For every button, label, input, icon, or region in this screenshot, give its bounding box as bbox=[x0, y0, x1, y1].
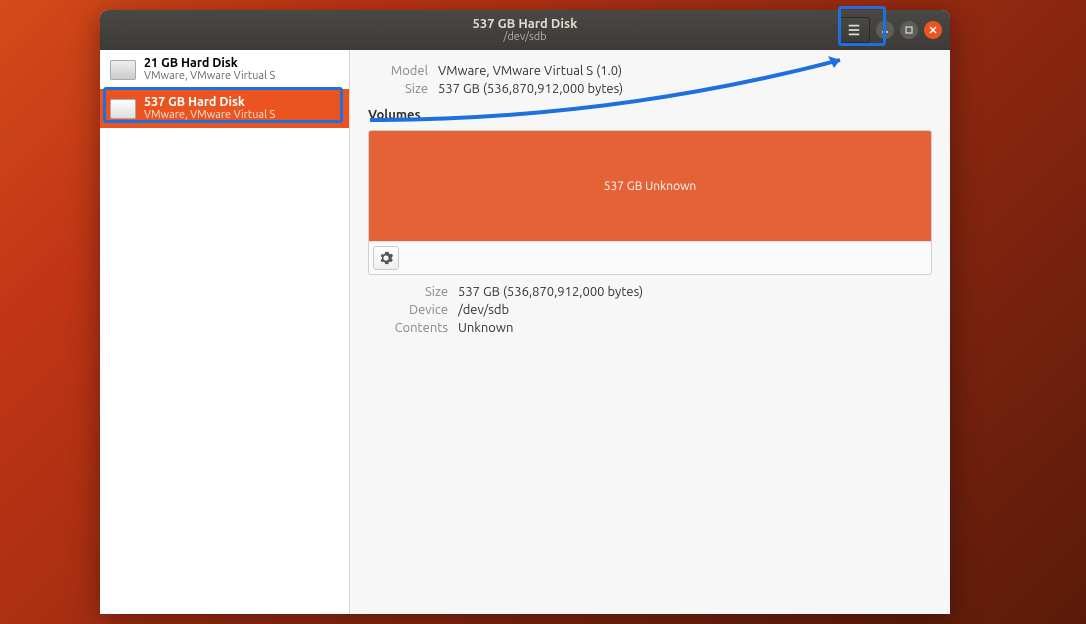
volume-toolbar bbox=[369, 241, 931, 274]
size-value: 537 GB (536,870,912,000 bytes) bbox=[438, 82, 623, 96]
titlebar: 537 GB Hard Disk /dev/sdb bbox=[100, 10, 950, 50]
close-button[interactable] bbox=[924, 21, 942, 39]
model-label: Model bbox=[368, 64, 438, 78]
size-label: Size bbox=[368, 82, 438, 96]
model-value: VMware, VMware Virtual S (1.0) bbox=[438, 64, 622, 78]
vol-device-value: /dev/sdb bbox=[458, 303, 509, 317]
vol-contents-value: Unknown bbox=[458, 321, 513, 335]
disk-icon bbox=[110, 99, 136, 119]
app-menu-button[interactable] bbox=[838, 17, 870, 43]
volumes-header: Volumes bbox=[368, 108, 932, 122]
vol-size-label: Size bbox=[388, 285, 458, 299]
disk-name: 21 GB Hard Disk bbox=[144, 56, 275, 70]
vol-device-label: Device bbox=[388, 303, 458, 317]
hamburger-icon bbox=[847, 23, 861, 37]
vol-size-value: 537 GB (536,870,912,000 bytes) bbox=[458, 285, 643, 299]
disk-sub: VMware, VMware Virtual S bbox=[144, 70, 275, 83]
main-panel: Model VMware, VMware Virtual S (1.0) Siz… bbox=[350, 50, 950, 614]
disk-icon bbox=[110, 60, 136, 80]
minimize-button[interactable] bbox=[876, 21, 894, 39]
volume-box: 537 GB Unknown bbox=[368, 130, 932, 275]
vol-contents-label: Contents bbox=[388, 321, 458, 335]
disk-sidebar: 21 GB Hard Disk VMware, VMware Virtual S… bbox=[100, 50, 350, 614]
maximize-button[interactable] bbox=[900, 21, 918, 39]
title-center: 537 GB Hard Disk /dev/sdb bbox=[100, 17, 950, 43]
maximize-icon bbox=[904, 25, 914, 35]
volume-partition[interactable]: 537 GB Unknown bbox=[369, 131, 931, 241]
disk-sub: VMware, VMware Virtual S bbox=[144, 109, 275, 122]
volume-options-button[interactable] bbox=[373, 246, 399, 270]
window-subtitle: /dev/sdb bbox=[100, 31, 950, 43]
app-window: 537 GB Hard Disk /dev/sdb 21 GB Hard Dis bbox=[100, 10, 950, 614]
sidebar-disk-1[interactable]: 537 GB Hard Disk VMware, VMware Virtual … bbox=[100, 89, 349, 128]
disk-name: 537 GB Hard Disk bbox=[144, 95, 275, 109]
gear-icon bbox=[379, 251, 393, 265]
volume-partition-label: 537 GB Unknown bbox=[604, 180, 697, 193]
minimize-icon bbox=[880, 25, 890, 35]
window-title: 537 GB Hard Disk bbox=[100, 17, 950, 31]
sidebar-disk-0[interactable]: 21 GB Hard Disk VMware, VMware Virtual S bbox=[100, 50, 349, 89]
close-icon bbox=[928, 25, 938, 35]
volume-details: Size 537 GB (536,870,912,000 bytes) Devi… bbox=[368, 285, 932, 335]
